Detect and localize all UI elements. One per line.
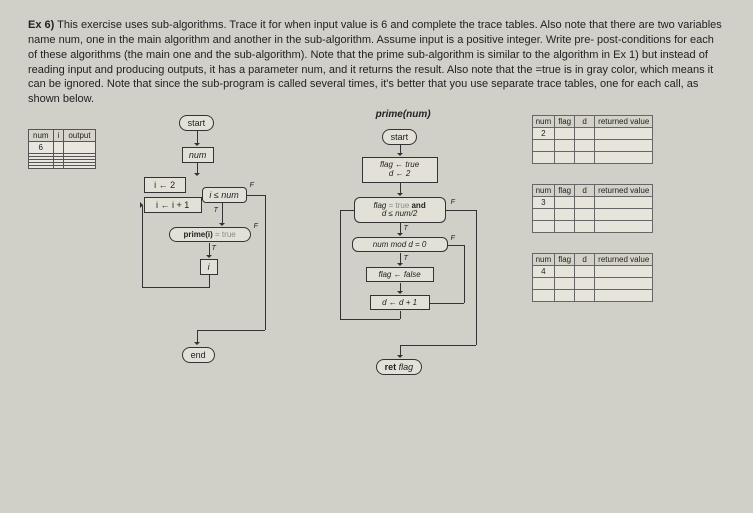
sub-t: T (404, 225, 408, 232)
main-start: start (179, 115, 215, 131)
th-num: num (532, 116, 555, 128)
trace-table-4: num flag d returned value 4 (532, 253, 654, 302)
main-input-box: num (182, 147, 214, 163)
sub-start: start (382, 129, 418, 145)
main-init: i ← 2 (144, 177, 186, 193)
main-input: num (189, 150, 207, 160)
sub-f: F (451, 199, 455, 206)
cell (64, 166, 95, 169)
col-i: i (53, 130, 64, 142)
sub-title: prime(num) (376, 109, 431, 120)
loop-cond-main: i ≤ num (202, 187, 247, 203)
trace-tables: num flag d returned value 2 num flag d r… (532, 115, 654, 302)
th-d: d (575, 116, 595, 128)
cell (53, 142, 64, 154)
main-trace-table: num i output 6 (28, 129, 96, 169)
col-output: output (64, 130, 95, 142)
sub-f2: F (451, 235, 455, 242)
sub-init: flag ← true d ← 2 (362, 157, 438, 183)
exercise-text: Ex 6) This exercise uses sub-algorithms.… (28, 18, 725, 107)
label-f2: F (254, 223, 258, 230)
sub-t2: T (404, 255, 408, 262)
exercise-label: Ex 6) (28, 19, 54, 31)
sub-loop-cond: flag = true and d ≤ num/2 (354, 197, 446, 223)
call-prime: prime(i) = true (169, 227, 251, 242)
content-row: num i output 6 start num i ← 2 i ← i + 1… (28, 115, 725, 475)
cell (53, 166, 64, 169)
main-end: end (182, 347, 215, 363)
col-num: num (29, 130, 54, 142)
th-flag: flag (555, 116, 575, 128)
label-f: F (250, 182, 254, 189)
sub-inc: d ← d + 1 (370, 295, 430, 310)
th-ret: returned value (595, 116, 653, 128)
output-i: i (200, 259, 218, 275)
flowchart-area: start num i ← 2 i ← i + 1 i ≤ num F T pr… (104, 115, 524, 475)
cell-num-val: 6 (29, 142, 54, 154)
exercise-body: This exercise uses sub-algorithms. Trace… (28, 19, 722, 105)
trace-table-3: num flag d returned value 3 (532, 184, 654, 233)
cell (29, 166, 54, 169)
sub-return: ret flag (376, 359, 423, 375)
label-t2: T (212, 245, 216, 252)
label-t: T (214, 207, 218, 214)
sub-setfalse: flag ← false (366, 267, 434, 282)
main-inc: i ← i + 1 (144, 197, 202, 213)
cell (64, 142, 95, 154)
cell-num: 2 (532, 128, 555, 140)
sub-mod: num mod d = 0 (352, 237, 448, 252)
trace-table-2: num flag d returned value 2 (532, 115, 654, 164)
